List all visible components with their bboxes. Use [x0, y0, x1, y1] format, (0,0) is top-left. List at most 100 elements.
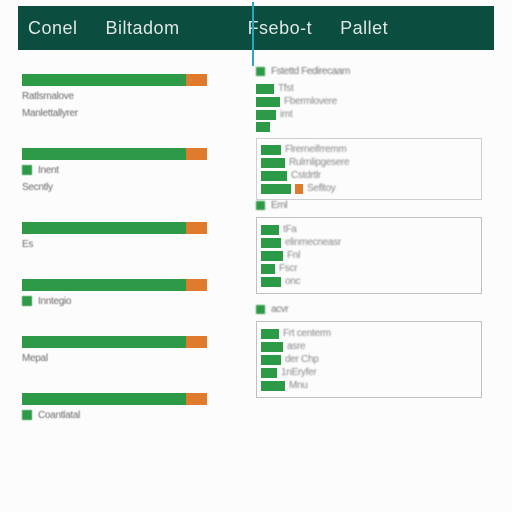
header-icon — [256, 305, 265, 314]
left-label-row: Coantlatal — [22, 408, 232, 422]
list-item-text: Fbermlovere — [284, 96, 482, 107]
left-panel: Ratlsmalove Manlettallyrer Inent Secntly Es I… — [22, 74, 232, 450]
left-label-row: Mepal — [22, 351, 232, 365]
list-item-text: tFa — [283, 224, 477, 235]
left-group: Ratlsmalove Manlettallyrer — [22, 74, 232, 120]
right-subblock: Flrerneifrremm Rulrnlipgesere Cstdrtlr Sefl… — [256, 138, 482, 200]
left-label-row: Es — [22, 237, 232, 251]
left-label-text: Inent — [38, 165, 59, 176]
green-chip-icon — [256, 110, 276, 120]
progress-bar — [22, 148, 232, 160]
list-item[interactable]: tFa — [261, 224, 477, 235]
left-label-row: Inntegio — [22, 294, 232, 308]
bullet-icon — [22, 165, 32, 175]
green-chip-icon — [261, 329, 279, 339]
progress-bar — [22, 336, 232, 348]
list-item[interactable]: Flrerneifrremm — [261, 144, 477, 155]
header-text: Fstettd Fedirecaam — [271, 66, 350, 77]
green-chip-icon — [261, 171, 287, 181]
green-chip-icon — [256, 97, 280, 107]
green-chip-icon — [261, 145, 281, 155]
header-text: Ernl — [271, 200, 287, 211]
green-chip-icon — [261, 225, 279, 235]
list-item-text: Mnu — [289, 380, 477, 391]
green-chip-icon — [261, 381, 285, 391]
left-group: Coantlatal — [22, 393, 232, 422]
list-item-text: Fscr — [279, 263, 477, 274]
left-label-text: Secntly — [22, 182, 53, 193]
block-header: acvr — [256, 304, 482, 315]
list-item-text: Cstdrtlr — [291, 170, 477, 181]
left-label-text: Coantlatal — [38, 410, 80, 421]
block-header: Ernl — [256, 200, 482, 211]
list-item-text: der Chp — [285, 354, 477, 365]
left-label-text: Mepal — [22, 353, 48, 364]
list-item[interactable]: Fscr — [261, 263, 477, 274]
list-item[interactable]: Rulrnlipgesere — [261, 157, 477, 168]
left-label-row: Ratlsmalove — [22, 89, 232, 103]
progress-bar — [22, 222, 232, 234]
list-item-text: Tfst — [278, 83, 482, 94]
list-item[interactable]: elinmecneasr — [261, 237, 477, 248]
green-chip-icon — [261, 342, 283, 352]
left-label-text: Ratlsmalove — [22, 91, 74, 102]
list-item-text: elinmecneasr — [285, 237, 477, 248]
left-label-text: Es — [22, 239, 33, 250]
progress-bar — [22, 279, 232, 291]
tab-pallet[interactable]: Pallet — [340, 18, 388, 39]
list-item[interactable]: Fnl — [261, 250, 477, 261]
tab-conel[interactable]: Conel — [28, 18, 78, 39]
right-block: Frt centerm asre der Chp 1nEryfer Mnu — [256, 321, 482, 398]
list-item[interactable] — [256, 122, 482, 132]
green-chip-icon — [261, 251, 283, 261]
left-label-row: Secntly — [22, 180, 232, 194]
list-item[interactable]: 1nEryfer — [261, 367, 477, 378]
list-item[interactable]: Sefltoy — [261, 183, 477, 194]
green-chip-icon — [261, 264, 275, 274]
list-item-text: asre — [287, 341, 477, 352]
left-group: Inntegio — [22, 279, 232, 308]
list-item-text: Flrerneifrremm — [285, 144, 477, 155]
green-chip-icon — [261, 184, 291, 194]
list-item-text: 1nEryfer — [281, 367, 477, 378]
green-chip-icon — [261, 368, 277, 378]
block-header: Fstettd Fedirecaam — [256, 66, 482, 77]
header-separator — [252, 2, 254, 66]
orange-chip-icon — [295, 184, 303, 194]
tab-biltadom[interactable]: Biltadom — [106, 18, 180, 39]
list-item-text: Rulrnlipgesere — [289, 157, 477, 168]
progress-bar — [22, 74, 232, 86]
bullet-icon — [22, 296, 32, 306]
tab-fsebo[interactable]: Fsebo-t — [248, 18, 313, 39]
header-text: acvr — [271, 304, 288, 315]
green-chip-icon — [261, 238, 281, 248]
top-header-bar: Conel Biltadom Fsebo-t Pallet — [18, 6, 494, 50]
list-item-text: Sefltoy — [307, 183, 477, 194]
progress-bar — [22, 393, 232, 405]
list-item[interactable]: der Chp — [261, 354, 477, 365]
header-icon — [256, 67, 265, 76]
green-chip-icon — [261, 355, 281, 365]
bullet-icon — [22, 410, 32, 420]
green-chip-icon — [261, 158, 285, 168]
list-item-text: Frt centerm — [283, 328, 477, 339]
list-item-text: imt — [280, 109, 482, 120]
list-item[interactable]: Frt centerm — [261, 328, 477, 339]
left-label-text: Inntegio — [38, 296, 71, 307]
list-item[interactable]: Cstdrtlr — [261, 170, 477, 181]
list-item[interactable]: onc — [261, 276, 477, 287]
list-item-text: onc — [285, 276, 477, 287]
left-group: Es — [22, 222, 232, 251]
left-label-row: Inent — [22, 163, 232, 177]
left-group: Mepal — [22, 336, 232, 365]
left-group: Inent Secntly — [22, 148, 232, 194]
list-item[interactable]: imt — [256, 109, 482, 120]
list-item[interactable]: Fbermlovere — [256, 96, 482, 107]
green-chip-icon — [261, 277, 281, 287]
left-label-row: Manlettallyrer — [22, 106, 232, 120]
left-label-text: Manlettallyrer — [22, 108, 78, 119]
list-item[interactable]: Tfst — [256, 83, 482, 94]
list-item[interactable]: asre — [261, 341, 477, 352]
list-item[interactable]: Mnu — [261, 380, 477, 391]
header-icon — [256, 201, 265, 210]
